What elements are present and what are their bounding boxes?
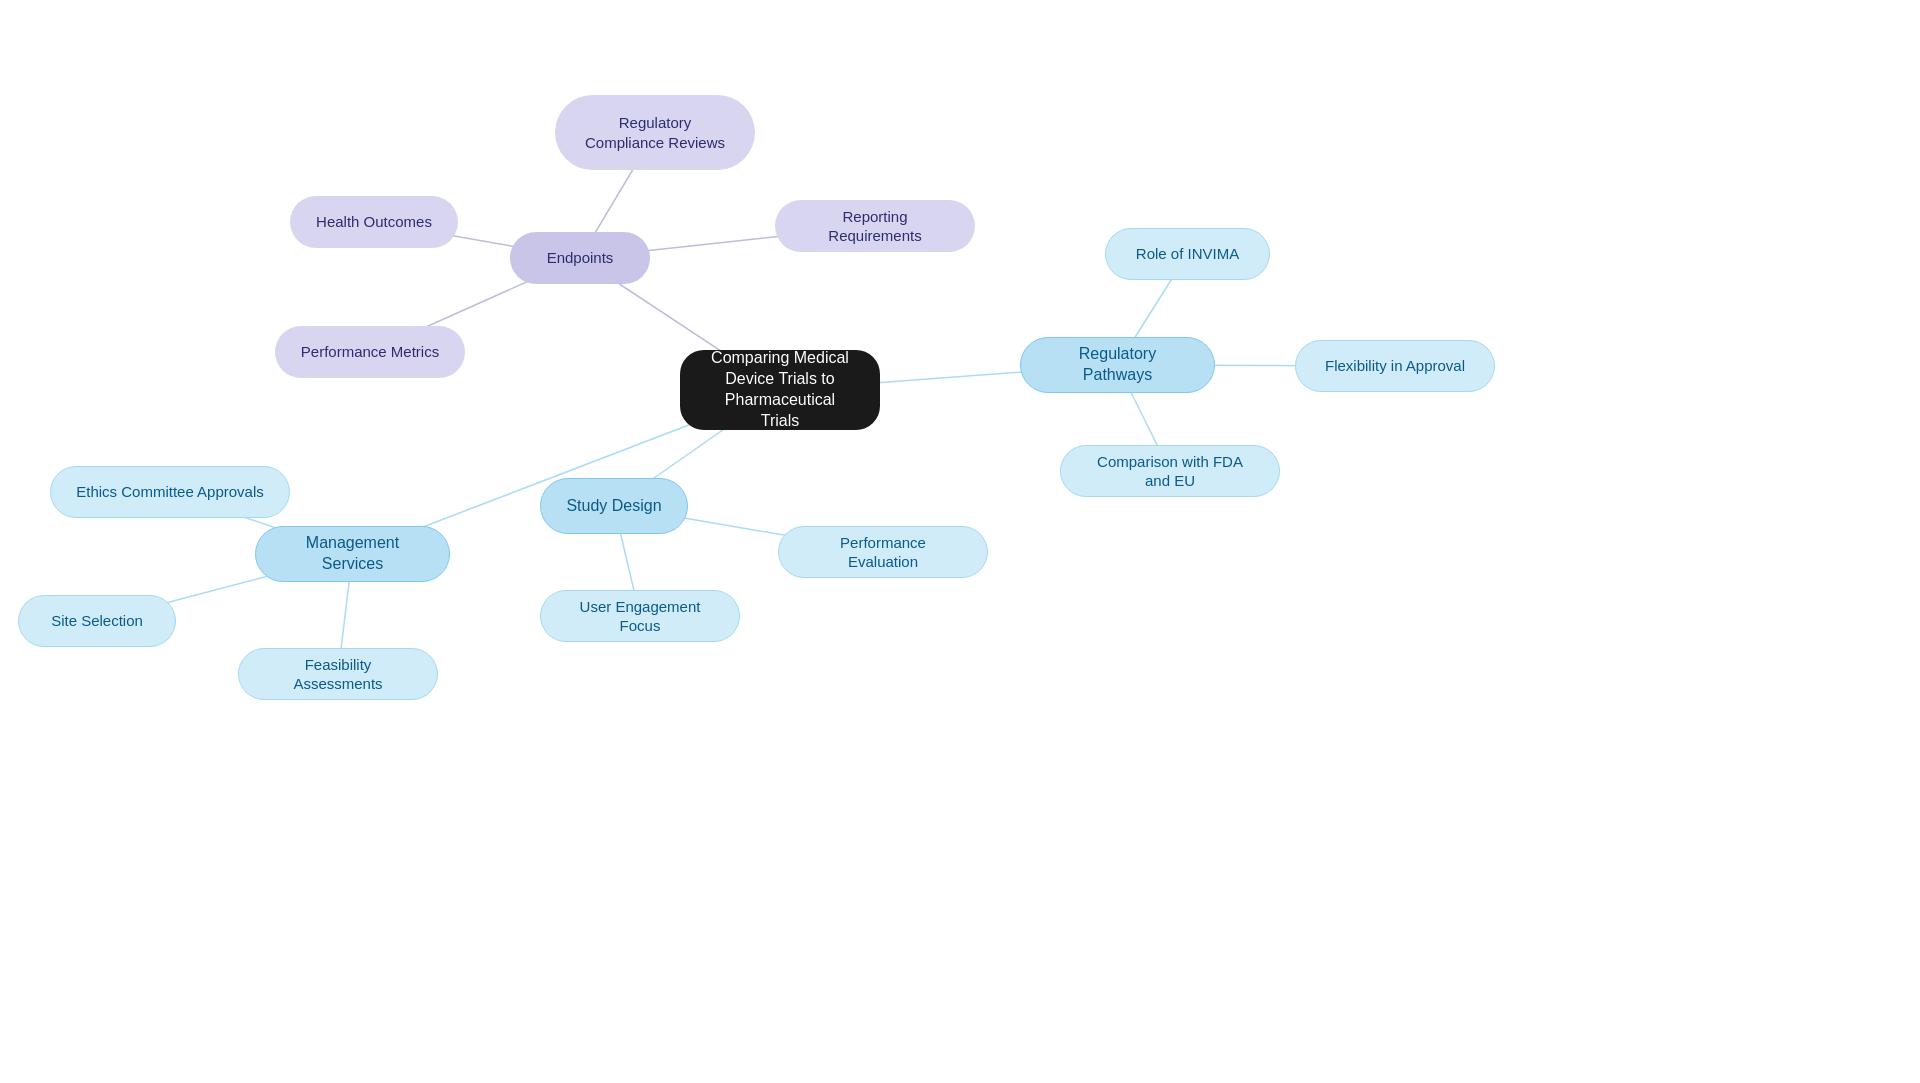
management-services-label: Management Services [280,533,425,575]
feasibility-assessments-node[interactable]: Feasibility Assessments [238,648,438,700]
performance-metrics-node[interactable]: Performance Metrics [275,326,465,378]
regulatory-compliance-node[interactable]: Regulatory Compliance Reviews [555,95,755,170]
performance-evaluation-node[interactable]: Performance Evaluation [778,526,988,578]
health-outcomes-label: Health Outcomes [316,212,432,232]
ethics-committee-label: Ethics Committee Approvals [76,482,264,502]
user-engagement-node[interactable]: User Engagement Focus [540,590,740,642]
reporting-requirements-label: Reporting Requirements [799,207,951,246]
regulatory-pathways-node[interactable]: Regulatory Pathways [1020,337,1215,393]
site-selection-label: Site Selection [51,611,143,631]
health-outcomes-node[interactable]: Health Outcomes [290,196,458,248]
center-label: Comparing Medical Device Trials to Pharm… [704,348,856,431]
site-selection-node[interactable]: Site Selection [18,595,176,647]
study-design-node[interactable]: Study Design [540,478,688,534]
feasibility-assessments-label: Feasibility Assessments [263,655,413,694]
study-design-label: Study Design [566,496,661,517]
regulatory-pathways-label: Regulatory Pathways [1045,344,1190,386]
flexibility-approval-label: Flexibility in Approval [1325,356,1465,376]
reporting-requirements-node[interactable]: Reporting Requirements [775,200,975,252]
user-engagement-label: User Engagement Focus [565,597,715,636]
center-node[interactable]: Comparing Medical Device Trials to Pharm… [680,350,880,430]
endpoints-node[interactable]: Endpoints [510,232,650,284]
mindmap-container: Comparing Medical Device Trials to Pharm… [0,0,1920,1083]
performance-evaluation-label: Performance Evaluation [803,533,963,572]
endpoints-label: Endpoints [547,248,614,268]
flexibility-approval-node[interactable]: Flexibility in Approval [1295,340,1495,392]
comparison-fda-node[interactable]: Comparison with FDA and EU [1060,445,1280,497]
ethics-committee-node[interactable]: Ethics Committee Approvals [50,466,290,518]
performance-metrics-label: Performance Metrics [301,342,439,362]
regulatory-compliance-label: Regulatory Compliance Reviews [579,113,731,152]
role-invima-label: Role of INVIMA [1136,244,1239,264]
role-invima-node[interactable]: Role of INVIMA [1105,228,1270,280]
management-services-node[interactable]: Management Services [255,526,450,582]
comparison-fda-label: Comparison with FDA and EU [1085,452,1255,491]
